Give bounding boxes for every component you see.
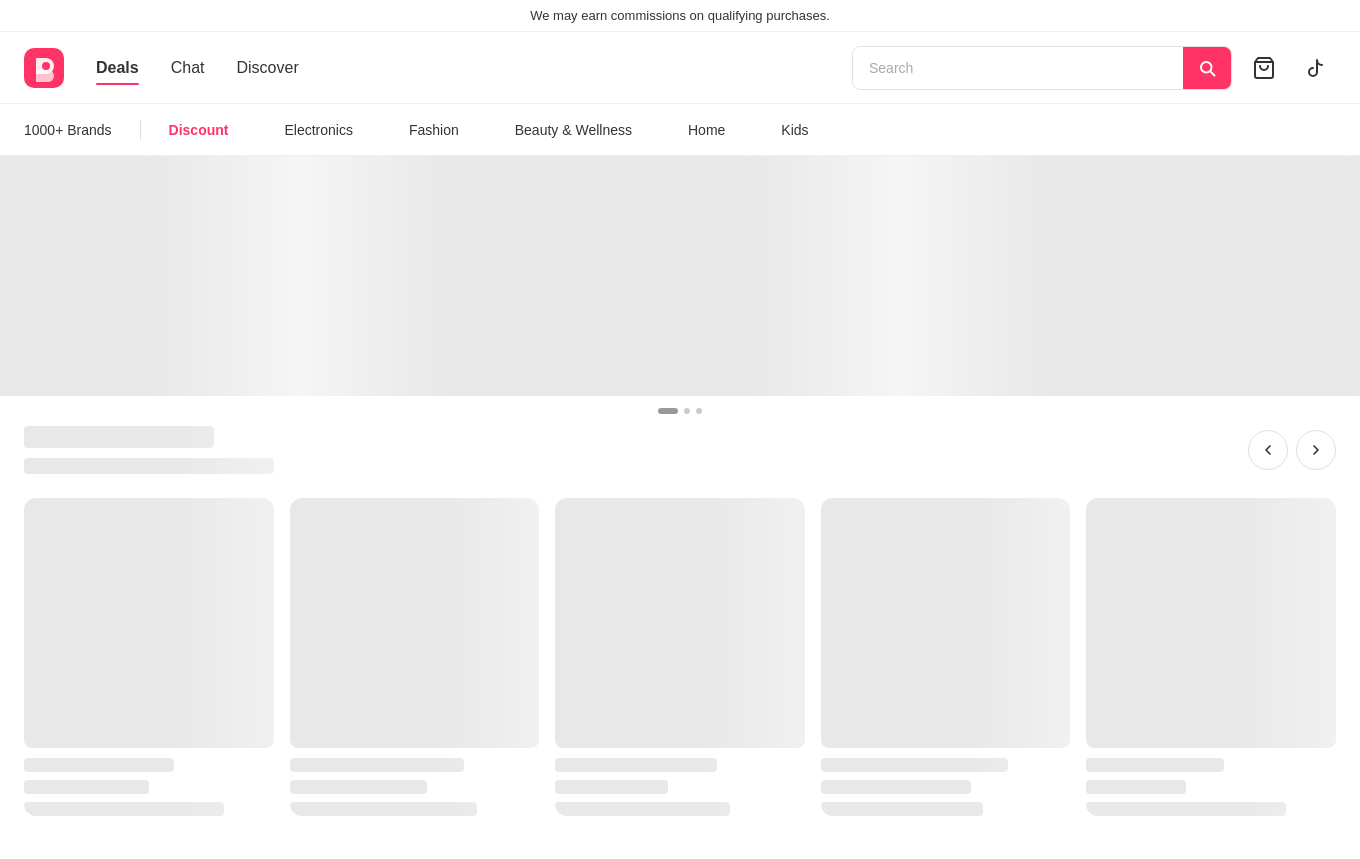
category-item-home[interactable]: Home	[660, 104, 753, 155]
cart-icon	[1252, 56, 1276, 80]
product-line-1	[555, 758, 717, 772]
product-line-1	[1086, 758, 1223, 772]
product-card[interactable]	[821, 498, 1071, 816]
nav-item-discover[interactable]: Discover	[237, 55, 299, 81]
product-image-skeleton	[24, 498, 274, 748]
products-grid	[24, 498, 1336, 816]
product-line-3	[555, 802, 730, 816]
category-nav: 1000+ Brands Discount Electronics Fashio…	[0, 104, 1360, 156]
product-line-2	[24, 780, 149, 794]
next-arrow-button[interactable]	[1296, 430, 1336, 470]
search-area	[852, 46, 1336, 90]
category-item-fashion[interactable]: Fashion	[381, 104, 487, 155]
tiktok-button[interactable]	[1296, 48, 1336, 88]
product-image-skeleton	[1086, 498, 1336, 748]
category-item-beauty[interactable]: Beauty & Wellness	[487, 104, 660, 155]
main-nav: Deals Chat Discover	[96, 55, 299, 81]
carousel-dot-1[interactable]	[658, 408, 678, 414]
nav-arrows	[1248, 430, 1336, 470]
svg-point-1	[42, 62, 50, 70]
product-card[interactable]	[290, 498, 540, 816]
carousel-dot-3[interactable]	[696, 408, 702, 414]
logo[interactable]	[24, 48, 64, 88]
product-line-1	[821, 758, 1008, 772]
section-header	[24, 426, 274, 474]
prev-arrow-button[interactable]	[1248, 430, 1288, 470]
product-line-3	[821, 802, 983, 816]
search-icon	[1198, 59, 1216, 77]
announcement-bar: We may earn commissions on qualifying pu…	[0, 0, 1360, 32]
category-item-discount[interactable]: Discount	[141, 104, 257, 155]
nav-item-deals[interactable]: Deals	[96, 55, 139, 81]
chevron-left-icon	[1260, 442, 1276, 458]
carousel-dot-2[interactable]	[684, 408, 690, 414]
product-image-skeleton	[290, 498, 540, 748]
product-line-1	[24, 758, 174, 772]
section-top-row	[24, 426, 1336, 486]
svg-line-3	[1210, 71, 1214, 75]
product-line-3	[24, 802, 224, 816]
product-image-skeleton	[555, 498, 805, 748]
product-line-2	[290, 780, 427, 794]
cart-button[interactable]	[1244, 48, 1284, 88]
product-card[interactable]	[555, 498, 805, 816]
announcement-text: We may earn commissions on qualifying pu…	[530, 8, 830, 23]
category-item-brands[interactable]: 1000+ Brands	[24, 104, 140, 155]
header: Deals Chat Discover	[0, 32, 1360, 104]
category-item-electronics[interactable]: Electronics	[256, 104, 380, 155]
product-card[interactable]	[24, 498, 274, 816]
tiktok-icon	[1304, 56, 1328, 80]
search-input[interactable]	[853, 47, 1183, 89]
product-line-2	[1086, 780, 1186, 794]
search-button[interactable]	[1183, 46, 1231, 90]
carousel-dots	[0, 396, 1360, 426]
product-line-3	[1086, 802, 1286, 816]
section-title-skeleton	[24, 426, 214, 448]
product-line-1	[290, 758, 465, 772]
hero-banner	[0, 156, 1360, 396]
chevron-right-icon	[1308, 442, 1324, 458]
section-subtitle-skeleton	[24, 458, 274, 474]
product-card[interactable]	[1086, 498, 1336, 816]
products-section	[0, 426, 1360, 816]
product-line-3	[290, 802, 477, 816]
product-line-2	[821, 780, 971, 794]
search-bar	[852, 46, 1232, 90]
category-item-kids[interactable]: Kids	[753, 104, 836, 155]
nav-item-chat[interactable]: Chat	[171, 55, 205, 81]
product-line-2	[555, 780, 667, 794]
product-image-skeleton	[821, 498, 1071, 748]
